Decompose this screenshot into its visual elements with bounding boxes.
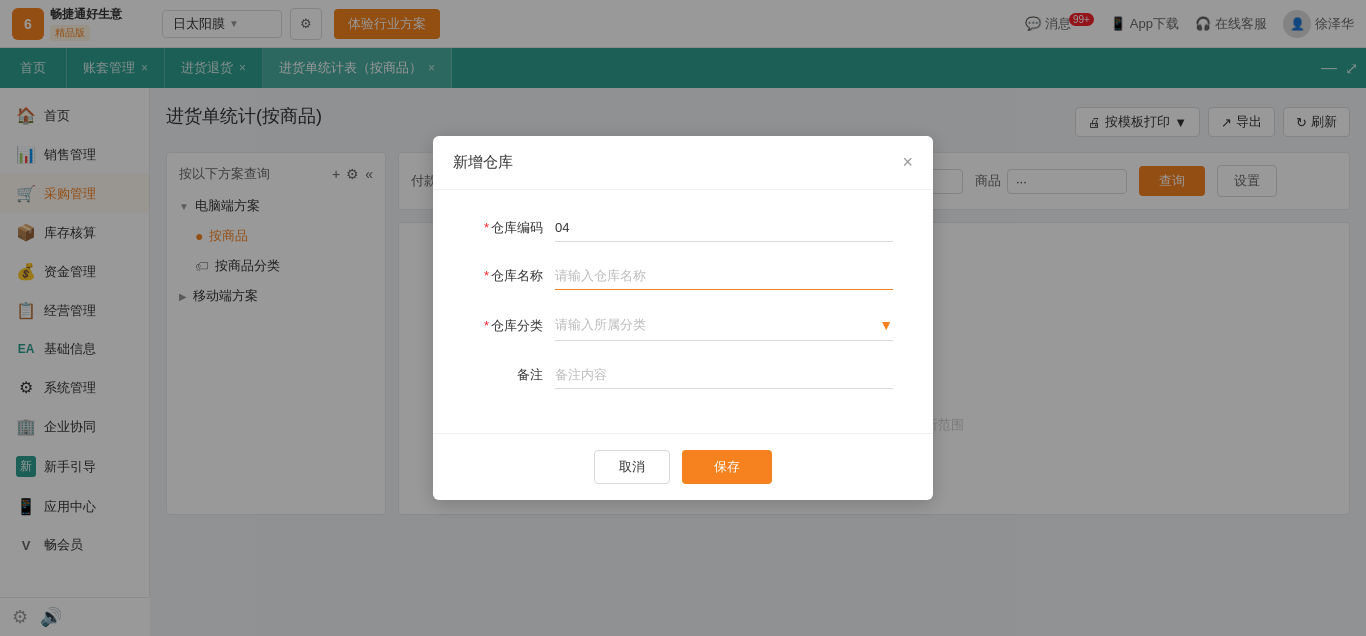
warehouse-remark-input[interactable] xyxy=(555,361,893,389)
add-warehouse-modal: 新增仓库 × 仓库编码 仓库名称 仓库分类 请输入所属分类 ▼ xyxy=(433,136,933,500)
warehouse-category-select[interactable]: 请输入所属分类 ▼ xyxy=(555,310,893,341)
name-label: 仓库名称 xyxy=(473,267,543,285)
modal-header: 新增仓库 × xyxy=(433,136,933,190)
cancel-button[interactable]: 取消 xyxy=(594,450,670,484)
form-row-category: 仓库分类 请输入所属分类 ▼ xyxy=(473,310,893,341)
category-label: 仓库分类 xyxy=(473,317,543,335)
code-label: 仓库编码 xyxy=(473,219,543,237)
form-row-name: 仓库名称 xyxy=(473,262,893,290)
modal-close-button[interactable]: × xyxy=(902,152,913,173)
category-arrow-icon: ▼ xyxy=(879,317,893,333)
modal-overlay[interactable]: 新增仓库 × 仓库编码 仓库名称 仓库分类 请输入所属分类 ▼ xyxy=(0,0,1366,636)
warehouse-name-input[interactable] xyxy=(555,262,893,290)
category-placeholder: 请输入所属分类 xyxy=(555,316,646,334)
warehouse-code-input[interactable] xyxy=(555,214,893,242)
save-button[interactable]: 保存 xyxy=(682,450,772,484)
form-row-code: 仓库编码 xyxy=(473,214,893,242)
modal-title: 新增仓库 xyxy=(453,153,513,172)
modal-body: 仓库编码 仓库名称 仓库分类 请输入所属分类 ▼ 备注 xyxy=(433,190,933,433)
form-row-remark: 备注 xyxy=(473,361,893,389)
modal-footer: 取消 保存 xyxy=(433,433,933,500)
remark-label: 备注 xyxy=(473,366,543,384)
